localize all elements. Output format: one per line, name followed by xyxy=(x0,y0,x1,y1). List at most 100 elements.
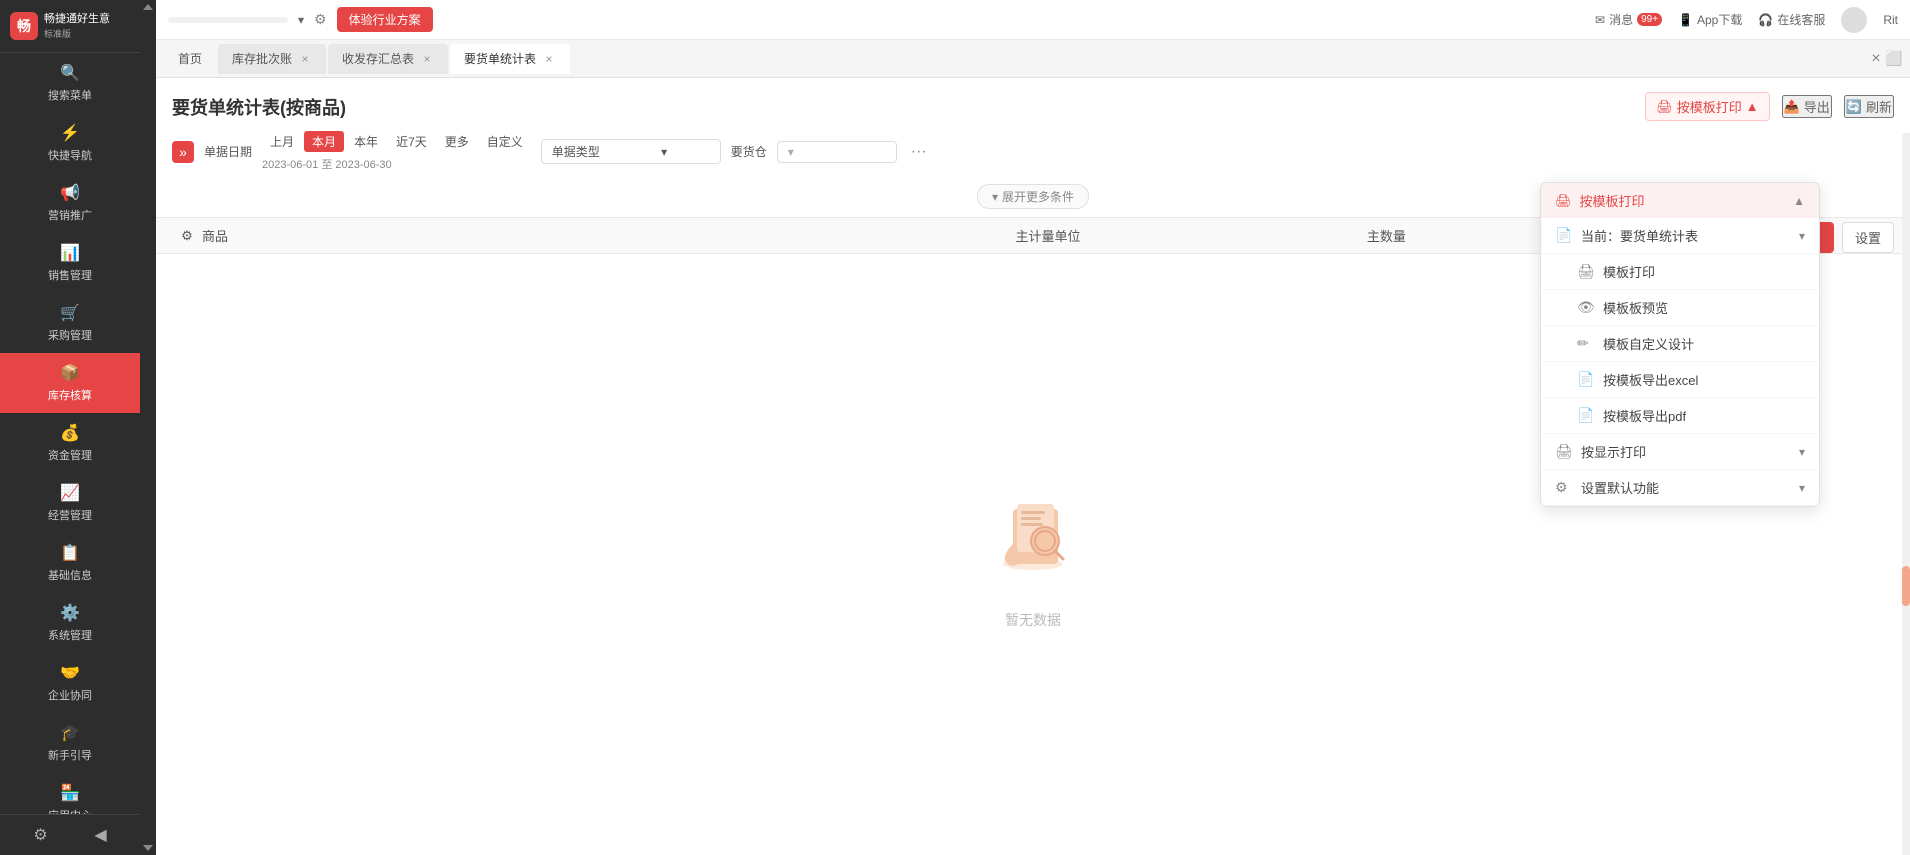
print-btn[interactable]: 🖨 按模板打印 ▲ xyxy=(1645,92,1769,121)
sidebar-item-basics[interactable]: 📋 基础信息 xyxy=(0,533,140,593)
sidebar-label-system: 系统管理 xyxy=(48,627,92,643)
sidebar-item-inventory[interactable]: 📦 库存核算 xyxy=(0,353,140,413)
user-avatar[interactable] xyxy=(1841,7,1867,33)
scroll-up-btn[interactable] xyxy=(140,4,156,10)
messages-label: 消息 xyxy=(1609,11,1633,28)
date-current-month-btn[interactable]: 本月 xyxy=(304,131,344,152)
expand-label: 展开更多条件 xyxy=(1002,188,1074,205)
tab-receipt-summary-close[interactable]: × xyxy=(420,52,434,66)
sidebar-item-finance[interactable]: 💰 资金管理 xyxy=(0,413,140,473)
header-gear-icon[interactable]: ⚙ xyxy=(314,11,327,28)
search-nav-icon: 🔍 xyxy=(60,63,80,83)
sidebar-label-apps: 应用中心 xyxy=(48,807,92,814)
export-pdf-label: 按模板导出pdf xyxy=(1603,406,1686,425)
refresh-btn[interactable]: 🔄 刷新 xyxy=(1844,95,1894,118)
col-quantity: 主数量 xyxy=(1217,226,1555,245)
filter-toggle-icon: » xyxy=(179,144,187,160)
printer-icon: 🖨 xyxy=(1656,99,1673,115)
date-current-year-btn[interactable]: 本年 xyxy=(346,131,386,152)
sidebar-item-operations[interactable]: 📈 经营管理 xyxy=(0,473,140,533)
dropdown-display-print[interactable]: 🖨 按显示打印 ▾ xyxy=(1541,434,1819,470)
expand-icon: ▾ xyxy=(992,190,998,204)
current-template-left: 📄 当前：要货单统计表 xyxy=(1555,226,1698,245)
empty-text: 暂无数据 xyxy=(1005,610,1061,630)
header-dropdown-arrow[interactable]: ▾ xyxy=(298,13,304,27)
content-area: 要货单统计表(按商品) 🖨 按模板打印 ▲ 📤 导出 🔄 刷新 xyxy=(156,78,1910,855)
date-more-btn[interactable]: 更多 xyxy=(437,131,477,152)
type-filter-label: 单据类型 xyxy=(552,143,601,160)
dropdown-export-excel[interactable]: 📄 按模板导出excel xyxy=(1541,362,1819,398)
export-icon: 📤 xyxy=(1784,99,1800,115)
scroll-down-btn[interactable] xyxy=(140,845,156,851)
current-template-label: 当前：要货单统计表 xyxy=(1581,226,1698,245)
tab-receipt-summary[interactable]: 收发存汇总表 × xyxy=(328,44,448,74)
sidebar-settings-icon[interactable]: ⚙ xyxy=(33,825,47,845)
date-prev-month-btn[interactable]: 上月 xyxy=(262,131,302,152)
scroll-up-arrow-icon xyxy=(143,4,153,10)
dropdown-export-pdf[interactable]: 📄 按模板导出pdf xyxy=(1541,398,1819,434)
marketing-nav-icon: 📢 xyxy=(60,183,80,203)
dropdown-template-design[interactable]: ✏ 模板自定义设计 xyxy=(1541,326,1819,362)
template-preview-label: 模板板预览 xyxy=(1603,298,1668,317)
tab-order-stats-label: 要货单统计表 xyxy=(464,50,536,67)
sidebar-collapse-icon[interactable]: ◀ xyxy=(94,825,106,845)
sidebar-item-system[interactable]: ⚙️ 系统管理 xyxy=(0,593,140,653)
trial-btn[interactable]: 体验行业方案 xyxy=(337,7,433,32)
shortcut-nav-icon: ⚡ xyxy=(60,123,80,143)
apps-nav-icon: 🏪 xyxy=(60,783,80,803)
dropdown-current-template[interactable]: 📄 当前：要货单统计表 ▾ xyxy=(1541,218,1819,254)
sidebar-label-sales: 销售管理 xyxy=(48,267,92,283)
set-default-icon: ⚙ xyxy=(1555,479,1571,496)
dropdown-template-print[interactable]: 🖨 模板打印 xyxy=(1541,254,1819,290)
dropdown-collapse-btn[interactable]: ▲ xyxy=(1793,194,1805,208)
app-edition: 标准版 xyxy=(44,27,110,40)
template-print-label: 模板打印 xyxy=(1603,262,1655,281)
online-service-btn[interactable]: 🎧 在线客服 xyxy=(1758,11,1825,28)
sidebar-label-inventory: 库存核算 xyxy=(48,387,92,403)
more-filter-label: 要货仓 xyxy=(731,143,767,160)
sidebar-label-marketing: 营销推广 xyxy=(48,207,92,223)
sidebar-item-sales[interactable]: 📊 销售管理 xyxy=(0,233,140,293)
sidebar-label-search: 搜索菜单 xyxy=(48,87,92,103)
expand-more-btn[interactable]: ▾ 展开更多条件 xyxy=(977,184,1089,209)
type-filter-select[interactable]: 单据类型 ▾ xyxy=(541,139,721,164)
sidebar-label-finance: 资金管理 xyxy=(48,447,92,463)
sidebar-label-shortcut: 快捷导航 xyxy=(48,147,92,163)
date-last7-btn[interactable]: 近7天 xyxy=(388,131,435,152)
col-settings[interactable]: ⚙ xyxy=(172,228,202,244)
sidebar-item-marketing[interactable]: 📢 营销推广 xyxy=(0,173,140,233)
window-close-btn[interactable]: × xyxy=(1868,51,1884,67)
tab-batch-account-label: 库存批次账 xyxy=(232,50,292,67)
sidebar-item-collab[interactable]: 🤝 企业协同 xyxy=(0,653,140,713)
sidebar-item-purchase[interactable]: 🛒 采购管理 xyxy=(0,293,140,353)
current-template-arrow: ▾ xyxy=(1799,229,1805,243)
filter-toggle-btn[interactable]: » xyxy=(172,141,194,163)
export-btn[interactable]: 📤 导出 xyxy=(1782,95,1832,118)
col-unit: 主计量单位 xyxy=(879,226,1217,245)
filter-more-dots[interactable]: ··· xyxy=(907,143,931,161)
sidebar-item-shortcut[interactable]: ⚡ 快捷导航 xyxy=(0,113,140,173)
inventory-nav-icon: 📦 xyxy=(60,363,80,383)
sidebar-item-search[interactable]: 🔍 搜索菜单 xyxy=(0,53,140,113)
print-dropdown-arrow: ▲ xyxy=(1746,99,1759,114)
display-print-icon: 🖨 xyxy=(1555,443,1571,460)
tab-order-stats-close[interactable]: × xyxy=(542,52,556,66)
dropdown-set-default[interactable]: ⚙ 设置默认功能 ▾ xyxy=(1541,470,1819,506)
scroll-down-arrow-icon xyxy=(143,845,153,851)
tab-order-stats[interactable]: 要货单统计表 × xyxy=(450,44,570,74)
basics-nav-icon: 📋 xyxy=(60,543,80,563)
date-custom-btn[interactable]: 自定义 xyxy=(479,131,531,152)
tab-batch-account[interactable]: 库存批次账 × xyxy=(218,44,326,74)
more-filter-input[interactable]: ▾ xyxy=(777,141,897,163)
table-settings-btn[interactable]: 设置 xyxy=(1842,222,1894,253)
app-download-btn[interactable]: 📱 App下载 xyxy=(1678,11,1742,28)
messages-btn[interactable]: ✉ 消息 99+ xyxy=(1595,11,1662,28)
tab-batch-account-close[interactable]: × xyxy=(298,52,312,66)
app-download-label: App下载 xyxy=(1697,11,1742,28)
dropdown-template-preview[interactable]: 👁 模板板预览 xyxy=(1541,290,1819,326)
scroll-thumb[interactable] xyxy=(1902,566,1910,606)
sidebar-item-apps[interactable]: 🏪 应用中心 xyxy=(0,773,140,814)
window-maximize-btn[interactable]: ⬜ xyxy=(1886,51,1902,67)
tab-home[interactable]: 首页 xyxy=(164,44,216,74)
sidebar-item-guide[interactable]: 🎓 新手引导 xyxy=(0,713,140,773)
